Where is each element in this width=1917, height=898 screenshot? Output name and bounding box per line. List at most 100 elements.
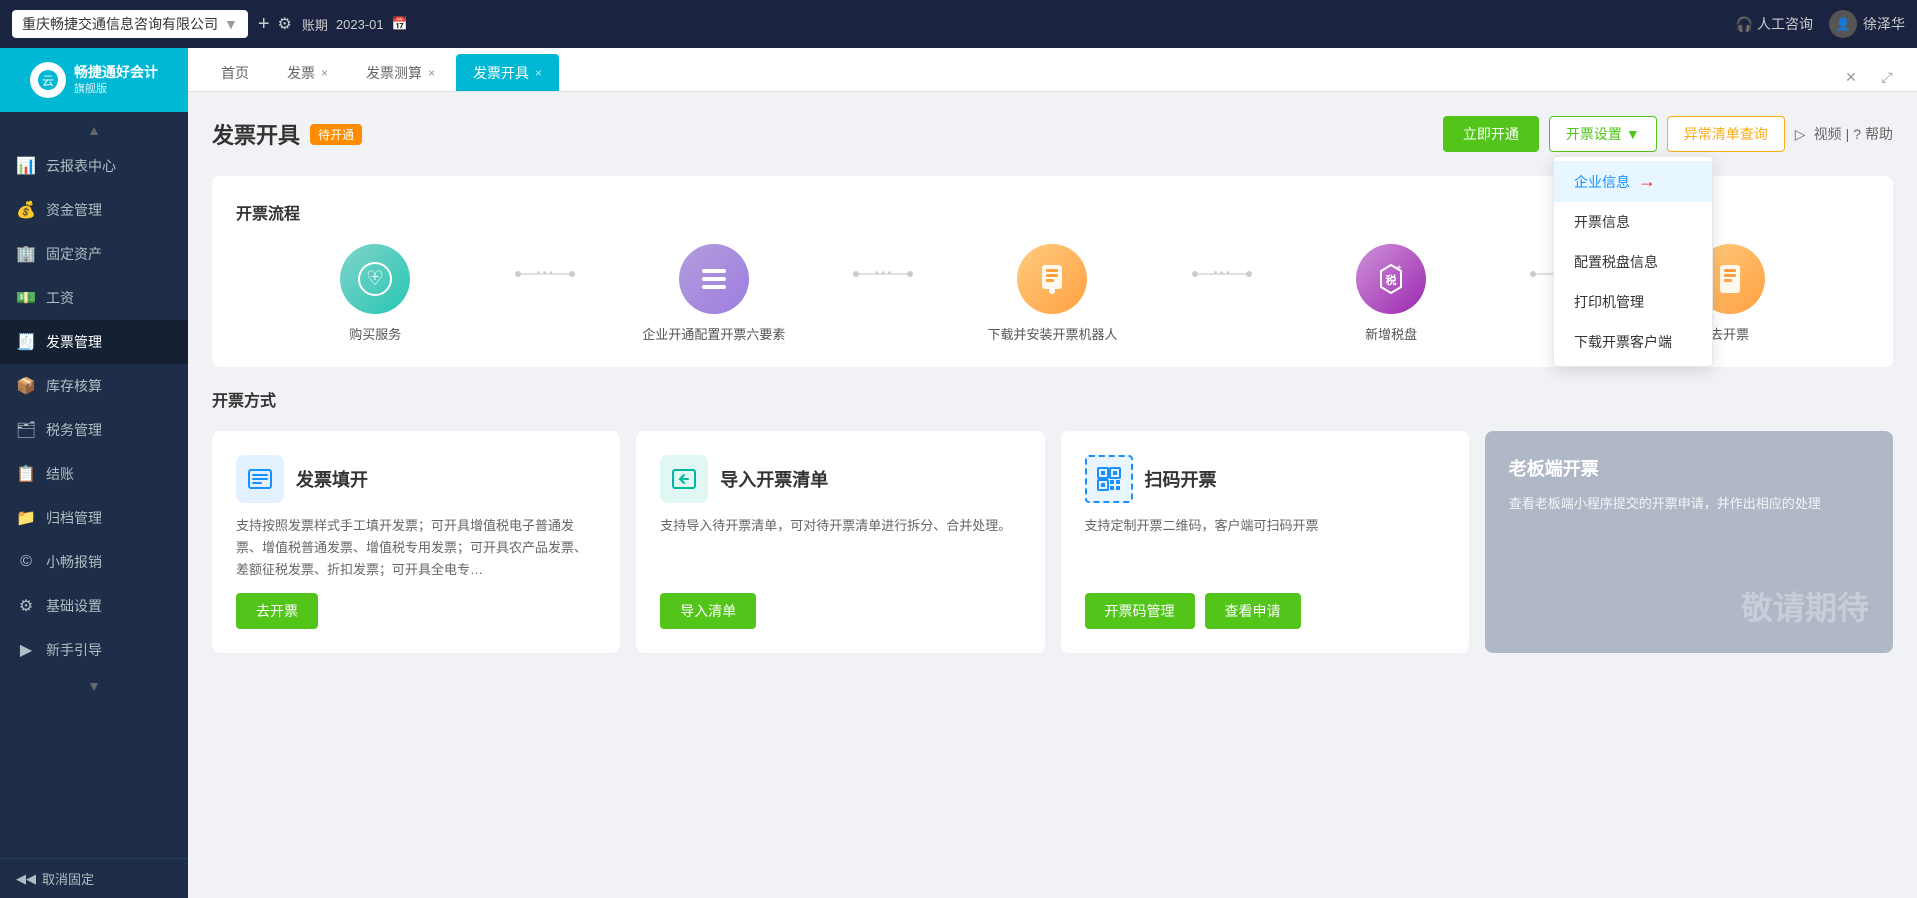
company-dropdown-icon: ▼ bbox=[224, 16, 238, 32]
method-card-boss-header: 老板端开票 bbox=[1509, 455, 1869, 481]
qr-manage-button[interactable]: 开票码管理 bbox=[1085, 593, 1195, 629]
page-content: 发票开具 待开通 立即开通 开票设置 ▼ 异常清单查询 ▷ 视频 | bbox=[188, 92, 1917, 898]
sidebar-item-label: 小畅报销 bbox=[46, 552, 102, 572]
sidebar-item-checkout[interactable]: 📋 结账 bbox=[0, 452, 188, 496]
qr-title: 扫码开票 bbox=[1145, 466, 1217, 492]
flow-step-2: 企业开通配置开票六要素 bbox=[575, 244, 854, 343]
red-arrow-icon: → bbox=[1638, 171, 1656, 192]
fill-desc: 支持按照发票样式手工填开发票；可开具增值税电子普通发票、增值税普通发票、增值税专… bbox=[236, 515, 596, 581]
qr-desc: 支持定制开票二维码，客户端可扫码开票 bbox=[1085, 515, 1445, 581]
tab-invoice-issue[interactable]: 发票开具 × bbox=[456, 54, 559, 91]
settings-button[interactable]: 开票设置 ▼ bbox=[1549, 116, 1657, 152]
step-label-5: 去开票 bbox=[1710, 324, 1749, 343]
sidebar-item-cloud-reports[interactable]: 📊 云报表中心 bbox=[0, 144, 188, 188]
status-badge: 待开通 bbox=[310, 124, 362, 145]
svg-text:税: 税 bbox=[1386, 273, 1397, 287]
dropdown-item-download-client[interactable]: 下载开票客户端 bbox=[1554, 322, 1712, 362]
sidebar-item-funds[interactable]: 💰 资金管理 bbox=[0, 188, 188, 232]
fill-title: 发票填开 bbox=[296, 466, 368, 492]
step-label-3: 下载并安装开票机器人 bbox=[987, 324, 1117, 343]
tab-close-all-button[interactable]: ✕ bbox=[1837, 63, 1865, 91]
tab-invoice-calc[interactable]: 发票测算 × bbox=[349, 54, 452, 91]
sidebar-item-label: 库存核算 bbox=[46, 376, 102, 396]
cloud-reports-icon: 📊 bbox=[16, 156, 36, 176]
method-cards: 发票填开 支持按照发票样式手工填开发票；可开具增值税电子普通发票、增值税普通发票… bbox=[212, 431, 1893, 653]
sidebar-item-guide[interactable]: ▶ 新手引导 bbox=[0, 628, 188, 672]
sidebar-nav: ▲ 📊 云报表中心 💰 资金管理 🏢 固定资产 💵 工资 🧾 发票管理 bbox=[0, 112, 188, 858]
sidebar-item-label: 税务管理 bbox=[46, 420, 102, 440]
settings-icon[interactable]: ⚙ bbox=[278, 14, 292, 34]
methods-section-title: 开票方式 bbox=[212, 387, 1893, 411]
tab-close-invoice[interactable]: × bbox=[321, 66, 328, 80]
tab-close-invoice-calc[interactable]: × bbox=[428, 66, 435, 80]
connector-3: • • • bbox=[1192, 273, 1252, 275]
sidebar-item-label: 结账 bbox=[46, 464, 74, 484]
dropdown-item-company-info[interactable]: 企业信息 → bbox=[1554, 161, 1712, 202]
qr-icon bbox=[1085, 455, 1133, 503]
dropdown-item-invoice-info[interactable]: 开票信息 bbox=[1554, 202, 1712, 242]
method-card-qr: 扫码开票 支持定制开票二维码，客户端可扫码开票 开票码管理 查看申请 bbox=[1061, 431, 1469, 653]
tab-invoice[interactable]: 发票 × bbox=[270, 54, 345, 91]
sidebar-item-label: 资金管理 bbox=[46, 200, 102, 220]
sidebar-item-label: 云报表中心 bbox=[46, 156, 116, 176]
abnormal-list-button[interactable]: 异常清单查询 bbox=[1667, 116, 1785, 152]
video-help-area: ▷ 视频 | ? 帮助 bbox=[1795, 124, 1893, 144]
tab-close-invoice-issue[interactable]: × bbox=[535, 66, 542, 80]
sidebar-item-salary[interactable]: 💵 工资 bbox=[0, 276, 188, 320]
method-card-boss: 老板端开票 查看老板端小程序提交的开票申请，并作出相应的处理 敬请期待 bbox=[1485, 431, 1893, 653]
company-selector[interactable]: 重庆畅捷交通信息咨询有限公司 ▼ bbox=[12, 10, 248, 38]
sidebar-item-label: 归档管理 bbox=[46, 508, 102, 528]
page-actions: 立即开通 开票设置 ▼ 异常清单查询 ▷ 视频 | ? 帮助 bbox=[1443, 116, 1893, 152]
sidebar-item-fixed-assets[interactable]: 🏢 固定资产 bbox=[0, 232, 188, 276]
tab-home[interactable]: 首页 bbox=[204, 54, 266, 91]
sidebar-item-inventory[interactable]: 📦 库存核算 bbox=[0, 364, 188, 408]
salary-icon: 💵 bbox=[16, 288, 36, 308]
period-label: 账期 2023-01 📅 bbox=[302, 15, 408, 34]
svg-text:+: + bbox=[371, 268, 379, 284]
flow-step-4: 税+ 新增税盘 bbox=[1252, 244, 1531, 343]
basic-settings-icon: ⚙ bbox=[16, 596, 36, 616]
step-label-4: 新增税盘 bbox=[1365, 324, 1417, 343]
scroll-up-arrow[interactable]: ▲ bbox=[0, 116, 188, 144]
sidebar-item-reimbursement[interactable]: © 小畅报销 bbox=[0, 540, 188, 584]
dropdown-item-tax-disk-config[interactable]: 配置税盘信息 bbox=[1554, 242, 1712, 282]
methods-section: 开票方式 发票填开 支持按照发票样式手工填开发票；可开具增值税电子普通发票、增值… bbox=[212, 387, 1893, 653]
sidebar-item-invoice-management[interactable]: 🧾 发票管理 bbox=[0, 320, 188, 364]
tab-maximize-button[interactable]: ⤢ bbox=[1873, 63, 1901, 91]
play-icon[interactable]: ▷ bbox=[1795, 126, 1806, 143]
overlay-text: 敬请期待 bbox=[1741, 583, 1869, 629]
sidebar-item-label: 基础设置 bbox=[46, 596, 102, 616]
fill-icon bbox=[236, 455, 284, 503]
go-invoice-button[interactable]: 去开票 bbox=[236, 593, 318, 629]
scroll-down-arrow[interactable]: ▼ bbox=[0, 672, 188, 700]
inventory-icon: 📦 bbox=[16, 376, 36, 396]
calendar-icon[interactable]: 📅 bbox=[392, 16, 408, 32]
method-card-fill: 发票填开 支持按照发票样式手工填开发票；可开具增值税电子普通发票、增值税普通发票… bbox=[212, 431, 620, 653]
sidebar-item-tax[interactable]: 🗂 税务管理 bbox=[0, 408, 188, 452]
sidebar-item-label: 工资 bbox=[46, 288, 74, 308]
import-icon bbox=[660, 455, 708, 503]
import-list-button[interactable]: 导入清单 bbox=[660, 593, 756, 629]
sidebar-item-basic-settings[interactable]: ⚙ 基础设置 bbox=[0, 584, 188, 628]
page-header: 发票开具 待开通 立即开通 开票设置 ▼ 异常清单查询 ▷ 视频 | bbox=[212, 116, 1893, 152]
cancel-fixed-label: 取消固定 bbox=[42, 869, 94, 888]
top-bar-right: 🎧 人工咨询 👤 徐泽华 bbox=[1736, 10, 1905, 38]
dropdown-item-printer-management[interactable]: 打印机管理 bbox=[1554, 282, 1712, 322]
unpin-icon: ◀◀ bbox=[16, 871, 36, 887]
cancel-fixed-button[interactable]: ◀◀ 取消固定 bbox=[0, 858, 188, 898]
sidebar-item-archive[interactable]: 📁 归档管理 bbox=[0, 496, 188, 540]
checkout-icon: 📋 bbox=[16, 464, 36, 484]
view-apply-button[interactable]: 查看申请 bbox=[1205, 593, 1301, 629]
sidebar-item-label: 发票管理 bbox=[46, 332, 102, 352]
import-title: 导入开票清单 bbox=[720, 466, 828, 492]
dropdown-chevron-icon: ▼ bbox=[1626, 126, 1640, 142]
add-button[interactable]: + bbox=[258, 13, 270, 36]
svg-text:云: 云 bbox=[42, 74, 54, 88]
top-bar: 重庆畅捷交通信息咨询有限公司 ▼ + ⚙ 账期 2023-01 📅 🎧 人工咨询… bbox=[0, 0, 1917, 48]
activate-button[interactable]: 立即开通 bbox=[1443, 116, 1539, 152]
import-footer: 导入清单 bbox=[660, 593, 1020, 629]
step-label-1: 购买服务 bbox=[349, 324, 401, 343]
consult-button[interactable]: 🎧 人工咨询 bbox=[1736, 14, 1813, 34]
tab-bar-actions: ✕ ⤢ bbox=[1837, 63, 1901, 91]
sidebar-item-label: 新手引导 bbox=[46, 640, 102, 660]
